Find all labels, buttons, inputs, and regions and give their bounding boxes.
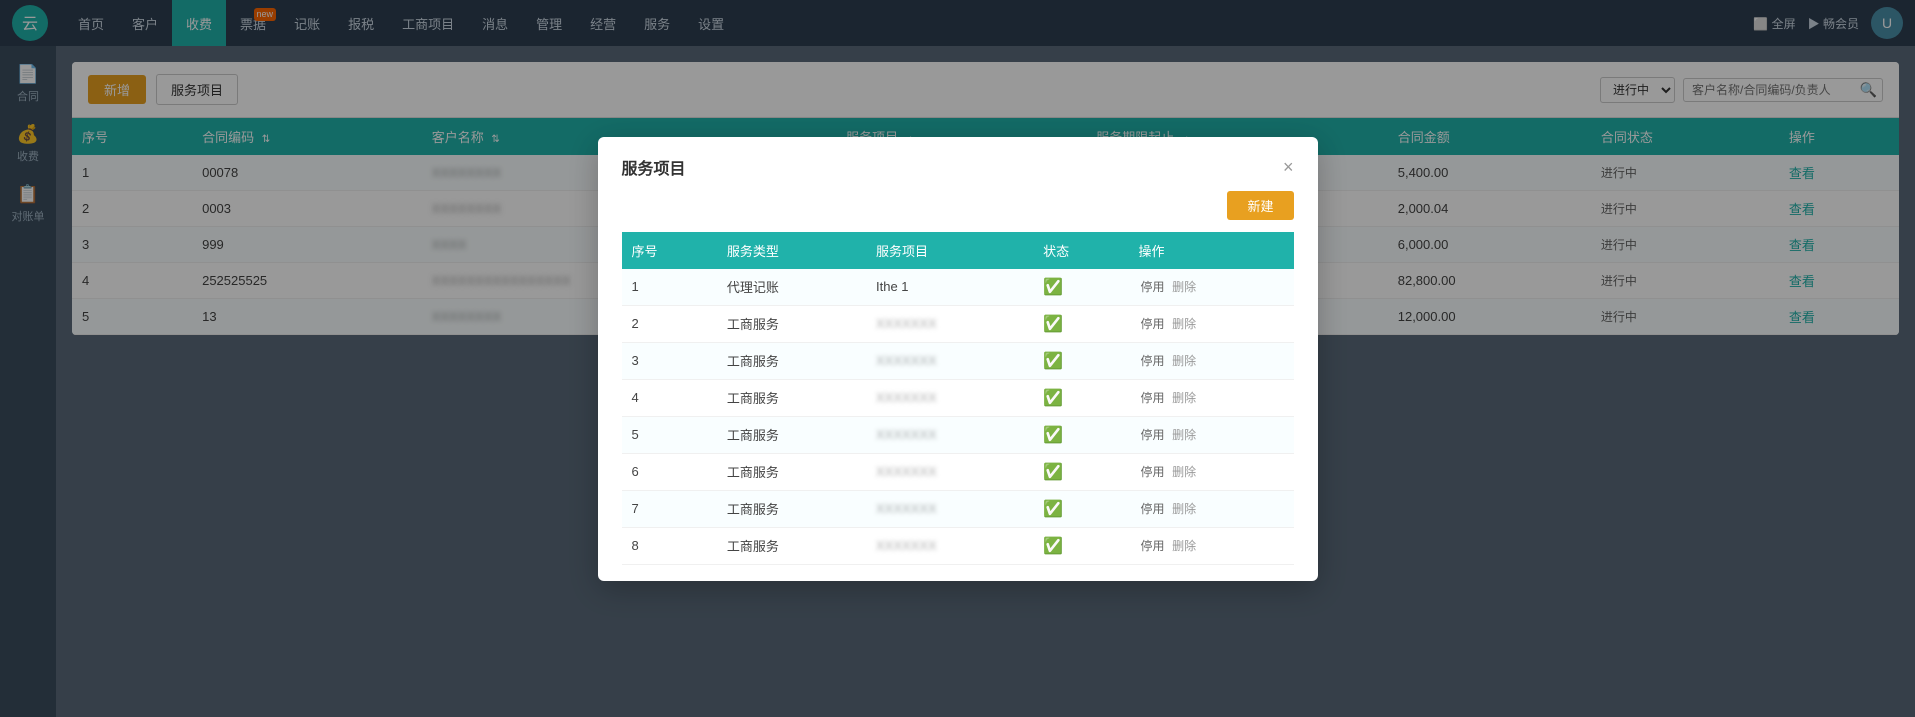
modal-cell-seq: 5 <box>622 416 717 453</box>
modal-cell-type: 工商服务 <box>717 416 866 453</box>
modal-cell-seq: 3 <box>622 342 717 379</box>
modal-col-item: 服务项目 <box>866 232 1033 269</box>
list-item: 8 工商服务 XXXXXXX ✅ 停用 删除 <box>622 527 1294 564</box>
modal-cell-action: 停用 删除 <box>1128 305 1293 342</box>
disable-button[interactable]: 停用 <box>1140 391 1164 405</box>
modal-cell-item: XXXXXXX <box>866 379 1033 416</box>
modal-cell-action: 停用 删除 <box>1128 453 1293 490</box>
modal-cell-status: ✅ <box>1033 490 1128 527</box>
modal-cell-status: ✅ <box>1033 527 1128 564</box>
disable-button[interactable]: 停用 <box>1140 428 1164 442</box>
disable-button[interactable]: 停用 <box>1140 280 1164 294</box>
modal-scroll-area[interactable]: 序号 服务类型 服务项目 状态 操作 1 代理记账 Ithe 1 ✅ 停用 删除… <box>622 232 1294 565</box>
modal-cell-seq: 1 <box>622 269 717 306</box>
modal-cell-action: 停用 删除 <box>1128 379 1293 416</box>
modal-cell-item: XXXXXXX <box>866 490 1033 527</box>
delete-button[interactable]: 删除 <box>1172 539 1196 553</box>
modal-cell-action: 停用 删除 <box>1128 269 1293 306</box>
modal-cell-action: 停用 删除 <box>1128 490 1293 527</box>
status-check-icon: ✅ <box>1043 464 1063 481</box>
modal-new-button[interactable]: 新建 <box>1227 191 1293 220</box>
modal-col-type: 服务类型 <box>717 232 866 269</box>
disable-button[interactable]: 停用 <box>1140 539 1164 553</box>
modal-cell-item: XXXXXXX <box>866 453 1033 490</box>
modal-title: 服务项目 <box>622 155 686 179</box>
modal-cell-item: XXXXXXX <box>866 342 1033 379</box>
modal-cell-type: 工商服务 <box>717 379 866 416</box>
modal-cell-seq: 8 <box>622 527 717 564</box>
service-items-modal: 服务项目 × 新建 序号 服务类型 服务项目 状态 操作 <box>598 137 1318 581</box>
modal-cell-action: 停用 删除 <box>1128 416 1293 453</box>
modal-cell-type: 工商服务 <box>717 453 866 490</box>
modal-col-seq: 序号 <box>622 232 717 269</box>
modal-close-button[interactable]: × <box>1283 158 1294 176</box>
modal-cell-status: ✅ <box>1033 269 1128 306</box>
modal-cell-type: 工商服务 <box>717 305 866 342</box>
list-item: 3 工商服务 XXXXXXX ✅ 停用 删除 <box>622 342 1294 379</box>
list-item: 5 工商服务 XXXXXXX ✅ 停用 删除 <box>622 416 1294 453</box>
modal-cell-action: 停用 删除 <box>1128 527 1293 564</box>
delete-button[interactable]: 删除 <box>1172 317 1196 331</box>
disable-button[interactable]: 停用 <box>1140 317 1164 331</box>
modal-cell-type: 工商服务 <box>717 527 866 564</box>
modal-col-status: 状态 <box>1033 232 1128 269</box>
modal-cell-item: XXXXXXX <box>866 527 1033 564</box>
modal-cell-item: XXXXXXX <box>866 305 1033 342</box>
modal-cell-type: 工商服务 <box>717 342 866 379</box>
status-check-icon: ✅ <box>1043 316 1063 333</box>
modal-cell-status: ✅ <box>1033 305 1128 342</box>
modal-body: 序号 服务类型 服务项目 状态 操作 1 代理记账 Ithe 1 ✅ 停用 删除… <box>598 232 1318 581</box>
list-item: 2 工商服务 XXXXXXX ✅ 停用 删除 <box>622 305 1294 342</box>
status-check-icon: ✅ <box>1043 390 1063 407</box>
list-item: 4 工商服务 XXXXXXX ✅ 停用 删除 <box>622 379 1294 416</box>
disable-button[interactable]: 停用 <box>1140 502 1164 516</box>
list-item: 6 工商服务 XXXXXXX ✅ 停用 删除 <box>622 453 1294 490</box>
modal-cell-type: 代理记账 <box>717 269 866 306</box>
modal-cell-type: 工商服务 <box>717 490 866 527</box>
modal-header: 服务项目 × <box>598 137 1318 191</box>
modal-cell-item: Ithe 1 <box>866 269 1033 306</box>
modal-cell-action: 停用 删除 <box>1128 342 1293 379</box>
list-item: 7 工商服务 XXXXXXX ✅ 停用 删除 <box>622 490 1294 527</box>
status-check-icon: ✅ <box>1043 353 1063 370</box>
status-check-icon: ✅ <box>1043 501 1063 518</box>
delete-button[interactable]: 删除 <box>1172 428 1196 442</box>
modal-cell-seq: 6 <box>622 453 717 490</box>
list-item: 1 代理记账 Ithe 1 ✅ 停用 删除 <box>622 269 1294 306</box>
modal-toolbar: 新建 <box>598 191 1318 232</box>
disable-button[interactable]: 停用 <box>1140 465 1164 479</box>
modal-cell-seq: 7 <box>622 490 717 527</box>
disable-button[interactable]: 停用 <box>1140 354 1164 368</box>
modal-cell-status: ✅ <box>1033 416 1128 453</box>
delete-button[interactable]: 删除 <box>1172 354 1196 368</box>
delete-button[interactable]: 删除 <box>1172 280 1196 294</box>
modal-cell-item: XXXXXXX <box>866 416 1033 453</box>
modal-cell-status: ✅ <box>1033 342 1128 379</box>
delete-button[interactable]: 删除 <box>1172 391 1196 405</box>
status-check-icon: ✅ <box>1043 538 1063 555</box>
status-check-icon: ✅ <box>1043 279 1063 296</box>
modal-cell-seq: 4 <box>622 379 717 416</box>
modal-cell-seq: 2 <box>622 305 717 342</box>
delete-button[interactable]: 删除 <box>1172 465 1196 479</box>
status-check-icon: ✅ <box>1043 427 1063 444</box>
modal-col-action: 操作 <box>1128 232 1293 269</box>
delete-button[interactable]: 删除 <box>1172 502 1196 516</box>
service-items-table: 序号 服务类型 服务项目 状态 操作 1 代理记账 Ithe 1 ✅ 停用 删除… <box>622 232 1294 565</box>
modal-cell-status: ✅ <box>1033 379 1128 416</box>
modal-overlay[interactable]: 服务项目 × 新建 序号 服务类型 服务项目 状态 操作 <box>0 0 1915 717</box>
modal-cell-status: ✅ <box>1033 453 1128 490</box>
